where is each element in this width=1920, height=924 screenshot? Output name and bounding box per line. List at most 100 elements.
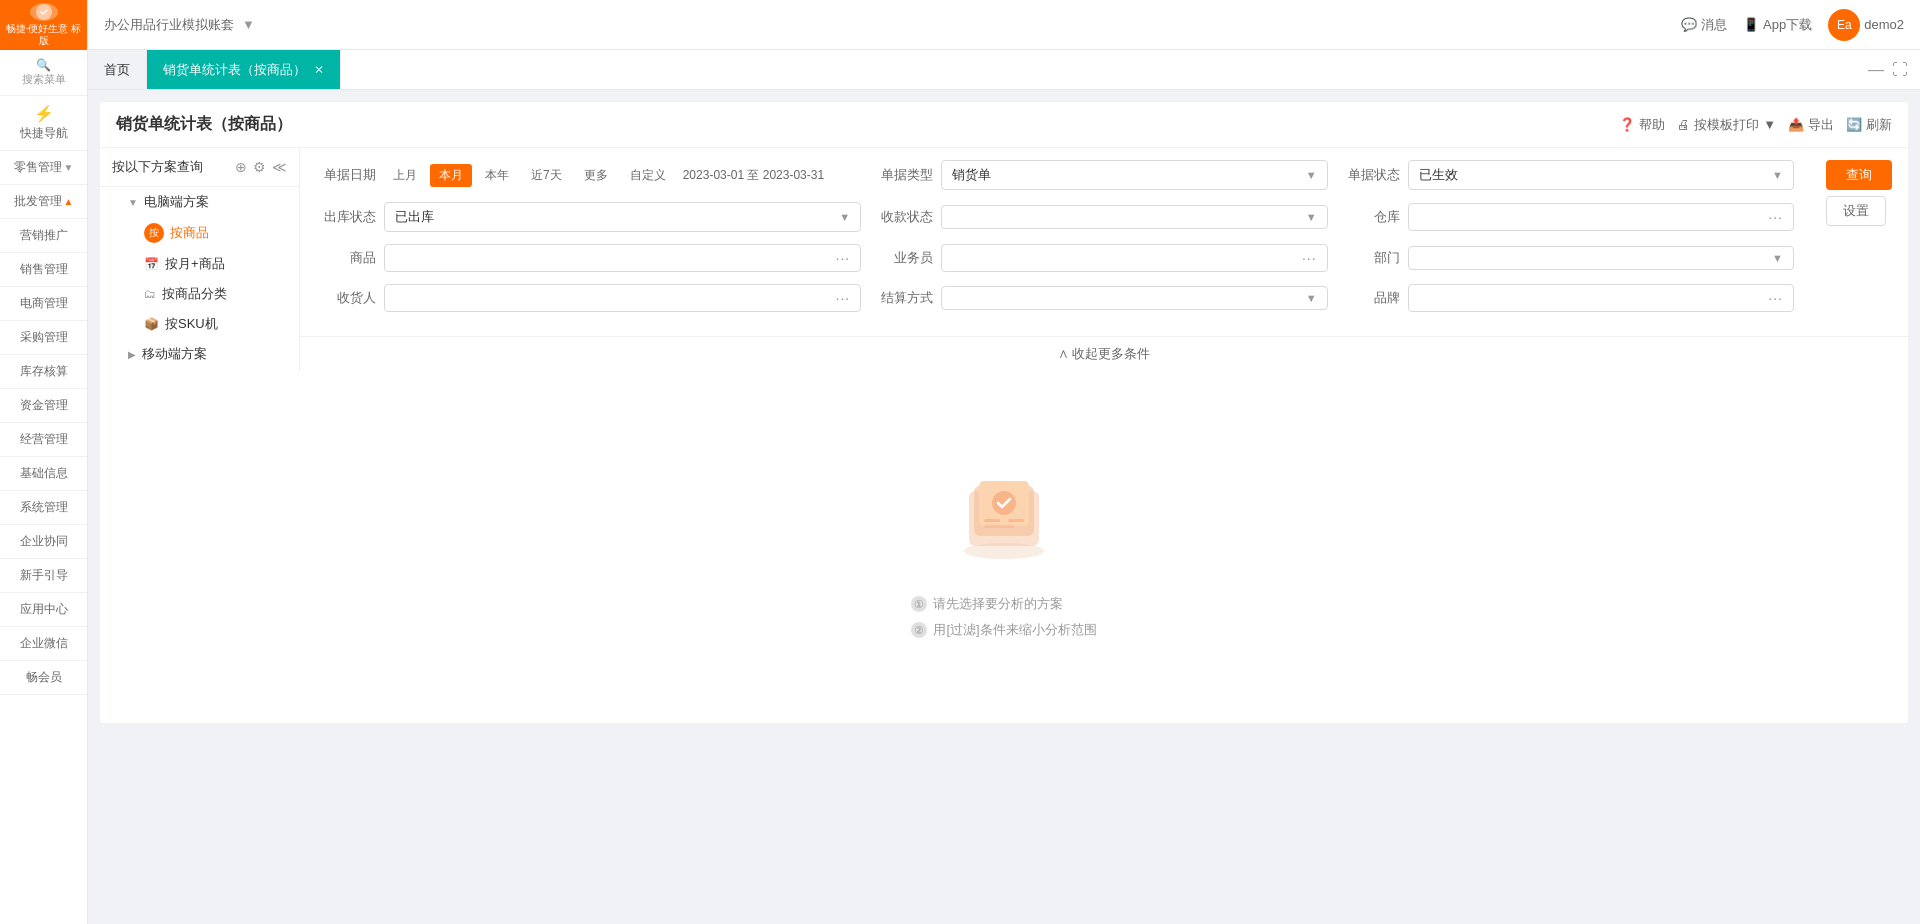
collapse-row[interactable]: ∧ 收起更多条件 xyxy=(300,336,1908,371)
ecommerce-label: 电商管理 xyxy=(4,295,83,312)
tree-mobile[interactable]: ▶ 移动端方案 xyxy=(116,339,299,369)
doc-status-select[interactable]: 已生效 ▼ xyxy=(1408,160,1794,190)
print-btn[interactable]: 🖨 按模板打印 ▼ xyxy=(1677,116,1776,134)
app-download-btn[interactable]: 📱 App下载 xyxy=(1743,16,1812,34)
recipient-dots-icon[interactable]: ··· xyxy=(836,290,851,306)
settle-select[interactable]: ▼ xyxy=(941,286,1327,310)
date-btn-last-month[interactable]: 上月 xyxy=(384,164,426,187)
sidebar-member[interactable]: 畅会员 xyxy=(0,661,87,695)
sidebar: 畅捷·便好生意 标版 🔍 搜索菜单 ⚡ 快捷导航 零售管理 ▼ 批发管理 ▲ 营… xyxy=(0,0,88,924)
brand-select[interactable]: ··· xyxy=(1408,284,1794,312)
tree-desktop-label: 电脑端方案 xyxy=(144,193,209,211)
tab-active[interactable]: 销货单统计表（按商品） ✕ xyxy=(147,50,341,89)
query-button[interactable]: 查询 xyxy=(1826,160,1892,190)
sidebar-wechat[interactable]: 企业微信 xyxy=(0,627,87,661)
user-name: demo2 xyxy=(1864,17,1904,32)
settle-label: 结算方式 xyxy=(873,289,933,307)
sidebar-retail[interactable]: 零售管理 ▼ xyxy=(0,151,87,185)
tip-1: 请先选择要分析的方案 xyxy=(933,591,1063,617)
marketing-label: 营销推广 xyxy=(4,227,83,244)
out-status-select[interactable]: 已出库 ▼ xyxy=(384,202,861,232)
tree-node-by-product[interactable]: 按 按商品 xyxy=(132,217,299,249)
payment-status-select[interactable]: ▼ xyxy=(941,205,1327,229)
quick-nav-label: 快捷导航 xyxy=(4,125,83,142)
sidebar-ops[interactable]: 经营管理 xyxy=(0,423,87,457)
sidebar-wholesale[interactable]: 批发管理 ▲ xyxy=(0,185,87,219)
sidebar-finance[interactable]: 资金管理 xyxy=(0,389,87,423)
filter-brand-field: 品牌 ··· xyxy=(1340,284,1794,312)
warehouse-select[interactable]: ··· xyxy=(1408,203,1794,231)
account-name[interactable]: 办公用品行业模拟账套 xyxy=(104,16,234,34)
salesperson-select[interactable]: ··· xyxy=(941,244,1327,272)
out-status-value: 已出库 xyxy=(395,208,434,226)
form-and-btns: 单据日期 上月 本月 本年 近7天 更多 自定义 xyxy=(300,148,1908,336)
refresh-label: 刷新 xyxy=(1866,116,1892,134)
sidebar-purchase[interactable]: 采购管理 xyxy=(0,321,87,355)
sidebar-basic[interactable]: 基础信息 xyxy=(0,457,87,491)
month-icon: 📅 xyxy=(144,257,159,271)
date-btn-this-month[interactable]: 本月 xyxy=(430,164,472,187)
tree-node-by-category[interactable]: 🗂 按商品分类 xyxy=(132,279,299,309)
sidebar-inventory[interactable]: 库存核算 xyxy=(0,355,87,389)
tree-node-by-sku[interactable]: 📦 按SKU机 xyxy=(132,309,299,339)
payment-status-arrow-icon: ▼ xyxy=(1306,211,1317,223)
sidebar-system[interactable]: 系统管理 xyxy=(0,491,87,525)
sidebar-enterprise[interactable]: 企业协同 xyxy=(0,525,87,559)
filter-panel-icons: ⊕ ⚙ ≪ xyxy=(235,159,287,175)
set-button[interactable]: 设置 xyxy=(1826,196,1886,226)
message-btn[interactable]: 💬 消息 xyxy=(1681,16,1727,34)
sidebar-search[interactable]: 🔍 搜索菜单 xyxy=(0,50,87,96)
svg-rect-6 xyxy=(984,519,1000,522)
sidebar-marketing[interactable]: 营销推广 xyxy=(0,219,87,253)
dept-select[interactable]: ▼ xyxy=(1408,246,1794,270)
tabs-actions: — ⛶ xyxy=(1856,50,1920,89)
tip-num-2: ② xyxy=(911,622,927,638)
sidebar-ecommerce[interactable]: 电商管理 xyxy=(0,287,87,321)
date-btn-this-year[interactable]: 本年 xyxy=(476,164,518,187)
filter-form: 单据日期 上月 本月 本年 近7天 更多 自定义 xyxy=(300,148,1810,336)
user-avatar-btn[interactable]: Ea demo2 xyxy=(1828,9,1904,41)
recipient-select[interactable]: ··· xyxy=(384,284,861,312)
node-by-sku-label: 按SKU机 xyxy=(165,315,218,333)
product-select[interactable]: ··· xyxy=(384,244,861,272)
export-btn[interactable]: 📤 导出 xyxy=(1788,116,1834,134)
filter-out-status-field: 出库状态 已出库 ▼ xyxy=(316,202,861,232)
tab-minimize-icon[interactable]: — xyxy=(1868,61,1884,79)
refresh-btn[interactable]: 🔄 刷新 xyxy=(1846,116,1892,134)
tab-close-icon[interactable]: ✕ xyxy=(314,63,324,77)
filter-doc-type-field: 单据类型 销货单 ▼ xyxy=(873,160,1327,190)
doc-type-select[interactable]: 销货单 ▼ xyxy=(941,160,1327,190)
dropdown-icon: ▼ xyxy=(242,17,255,32)
page-actions: ❓ 帮助 🖨 按模板打印 ▼ 📤 导出 🔄 刷新 xyxy=(1619,116,1892,134)
sidebar-newuser[interactable]: 新手引导 xyxy=(0,559,87,593)
date-btn-7days[interactable]: 近7天 xyxy=(522,164,571,187)
tab-maximize-icon[interactable]: ⛶ xyxy=(1892,61,1908,79)
payment-status-label: 收款状态 xyxy=(873,208,933,226)
collapse-panel-icon[interactable]: ≪ xyxy=(272,159,287,175)
sidebar-quick-nav[interactable]: ⚡ 快捷导航 xyxy=(0,96,87,151)
sidebar-appcenter[interactable]: 应用中心 xyxy=(0,593,87,627)
warehouse-dots-icon[interactable]: ··· xyxy=(1768,209,1783,225)
date-btn-more[interactable]: 更多 xyxy=(575,164,617,187)
tree-desktop-children: 按 按商品 📅 按月+商品 🗂 按商品分类 xyxy=(116,217,299,339)
sidebar-sales[interactable]: 销售管理 xyxy=(0,253,87,287)
product-dots-icon[interactable]: ··· xyxy=(836,250,851,266)
tree-desktop[interactable]: ▼ 电脑端方案 xyxy=(116,187,299,217)
wholesale-label: 批发管理 xyxy=(14,193,62,210)
settings-scheme-icon[interactable]: ⚙ xyxy=(253,159,266,175)
logo-icon xyxy=(30,3,58,21)
brand-dots-icon[interactable]: ··· xyxy=(1768,290,1783,306)
empty-icon xyxy=(944,451,1064,571)
message-label: 消息 xyxy=(1701,16,1727,34)
svg-rect-8 xyxy=(984,525,1014,528)
doc-type-label: 单据类型 xyxy=(873,166,933,184)
tree-node-by-month-product[interactable]: 📅 按月+商品 xyxy=(132,249,299,279)
wechat-label: 企业微信 xyxy=(4,635,83,652)
date-btn-custom[interactable]: 自定义 xyxy=(621,164,675,187)
filter-salesperson-field: 业务员 ··· xyxy=(873,244,1327,272)
salesperson-dots-icon[interactable]: ··· xyxy=(1302,250,1317,266)
add-scheme-icon[interactable]: ⊕ xyxy=(235,159,247,175)
tab-home[interactable]: 首页 xyxy=(88,50,147,89)
help-btn[interactable]: ❓ 帮助 xyxy=(1619,116,1665,134)
page-title-bar: 销货单统计表（按商品） ❓ 帮助 🖨 按模板打印 ▼ 📤 导出 xyxy=(100,102,1908,148)
